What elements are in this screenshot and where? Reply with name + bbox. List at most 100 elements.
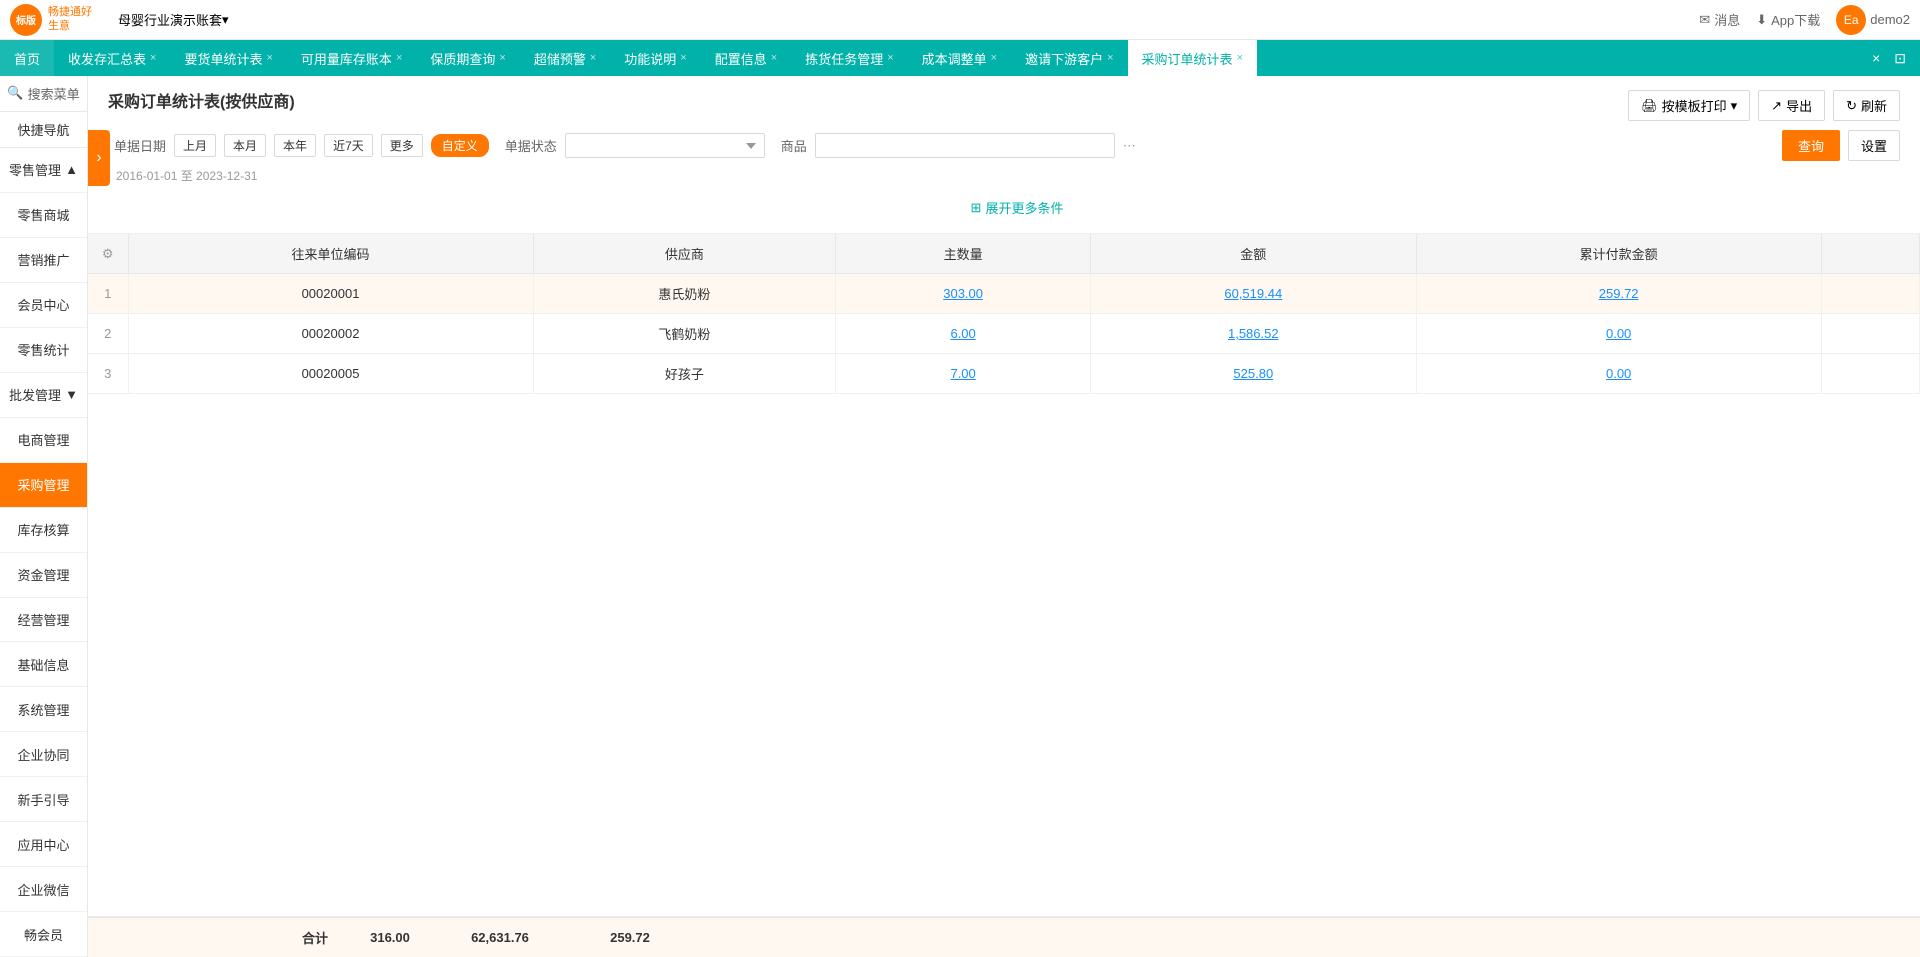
expand-more-button[interactable]: ⊞ 展开更多条件 xyxy=(971,194,1064,221)
goods-more-icon[interactable]: ⋯ xyxy=(1123,138,1136,154)
cell-extra-2 xyxy=(1821,354,1919,394)
sidebar-item-dianshang[interactable]: 电商管理 xyxy=(0,418,87,463)
refresh-button[interactable]: ↻ 刷新 xyxy=(1833,90,1900,121)
sidebar-shortcut-label: 快捷导航 xyxy=(17,120,69,139)
date-btn-last-month[interactable]: 上月 xyxy=(174,134,216,157)
tab-chaochu-label: 超储预警 xyxy=(534,49,586,68)
tab-yaohuo-label: 要货单统计表 xyxy=(184,49,262,68)
cell-paid-1[interactable]: 0.00 xyxy=(1416,314,1821,354)
tab-gongneng[interactable]: 功能说明 × xyxy=(610,40,700,76)
tab-caigou-active[interactable]: 采购订单统计表 × xyxy=(1128,40,1257,76)
tab-jianhuo-close[interactable]: × xyxy=(887,52,893,64)
sidebar-item-qiye[interactable]: 企业协同 xyxy=(0,732,87,777)
tab-caigou-close[interactable]: × xyxy=(1237,52,1243,64)
sidebar-item-pifahg[interactable]: 批发管理 ▼ xyxy=(0,373,87,418)
sidebar-item-jingying-label: 经营管理 xyxy=(17,610,69,629)
date-btn-more[interactable]: 更多 xyxy=(381,134,423,157)
sidebar-item-lingshoutj-label: 零售统计 xyxy=(17,340,69,359)
date-btn-this-year[interactable]: 本年 xyxy=(274,134,316,157)
filter-expand-side-btn[interactable]: › xyxy=(88,130,110,186)
filter-area: › 单据日期 上月 本月 本年 近7天 更多 自定义 xyxy=(88,122,1920,234)
tab-yaohuo-close[interactable]: × xyxy=(266,52,272,64)
sidebar-item-qiyewx[interactable]: 企业微信 xyxy=(0,867,87,912)
cell-quantity-0[interactable]: 303.00 xyxy=(836,274,1091,314)
tab-gongneng-close[interactable]: × xyxy=(680,52,686,64)
tab-yaohuo[interactable]: 要货单统计表 × xyxy=(170,40,286,76)
cell-quantity-2[interactable]: 7.00 xyxy=(836,354,1091,394)
workspace-selector[interactable]: 母婴行业演示账套 ▾ xyxy=(98,10,1699,29)
sidebar-item-huiyuan[interactable]: 会员中心 xyxy=(0,283,87,328)
print-button[interactable]: 🖨 按模板打印 ▾ xyxy=(1628,90,1750,121)
date-btn-custom[interactable]: 自定义 xyxy=(431,134,489,157)
export-button[interactable]: ↗ 导出 xyxy=(1758,90,1825,121)
tab-shoufacun-close[interactable]: × xyxy=(150,52,156,64)
avatar-initials: Ea xyxy=(1844,13,1859,27)
cell-amount-0[interactable]: 60,519.44 xyxy=(1090,274,1416,314)
col-settings-header: ⚙ xyxy=(88,234,128,274)
sidebar-item-lingshoucheng[interactable]: 零售商城 xyxy=(0,193,87,238)
col-settings-icon[interactable]: ⚙ xyxy=(102,246,114,261)
download-icon: ⬇ xyxy=(1756,12,1767,28)
sidebar-item-zijin[interactable]: 资金管理 xyxy=(0,553,87,598)
sidebar-item-kucun[interactable]: 库存核算 xyxy=(0,508,87,553)
tab-jianhuo[interactable]: 拣货任务管理 × xyxy=(791,40,907,76)
goods-input[interactable] xyxy=(815,133,1115,158)
user-profile[interactable]: Ea demo2 xyxy=(1836,5,1910,35)
page-top-actions: 🖨 按模板打印 ▾ ↗ 导出 ↻ 刷新 xyxy=(1628,90,1900,121)
message-button[interactable]: ✉ 消息 xyxy=(1699,10,1740,29)
tab-chengben[interactable]: 成本调整单 × xyxy=(908,40,1011,76)
sidebar-item-changhui[interactable]: 畅会员 xyxy=(0,912,87,957)
tab-chaochu-close[interactable]: × xyxy=(590,52,596,64)
tab-home[interactable]: 首页 xyxy=(0,40,54,76)
query-button[interactable]: 查询 xyxy=(1782,130,1840,161)
cell-amount-1[interactable]: 1,586.52 xyxy=(1090,314,1416,354)
message-label: 消息 xyxy=(1714,10,1740,29)
sidebar-item-jichu[interactable]: 基础信息 xyxy=(0,642,87,687)
message-icon: ✉ xyxy=(1699,12,1710,28)
sidebar-search[interactable]: 🔍 搜索菜单 xyxy=(0,76,87,112)
export-label: 导出 xyxy=(1786,96,1812,115)
tab-chaochu[interactable]: 超储预警 × xyxy=(520,40,610,76)
tab-baozhi-close[interactable]: × xyxy=(499,52,505,64)
tab-peizhi-close[interactable]: × xyxy=(771,52,777,64)
tab-peizhi[interactable]: 配置信息 × xyxy=(701,40,791,76)
app-download-button[interactable]: ⬇ App下载 xyxy=(1756,10,1820,29)
app-download-label: App下载 xyxy=(1771,10,1820,29)
cell-amount-2[interactable]: 525.80 xyxy=(1090,354,1416,394)
col-extra-header xyxy=(1821,234,1919,274)
cell-quantity-1[interactable]: 6.00 xyxy=(836,314,1091,354)
tab-chengben-close[interactable]: × xyxy=(991,52,997,64)
nav-close-btn[interactable]: × xyxy=(1866,50,1886,66)
sidebar-item-lingshoutj[interactable]: 零售统计 xyxy=(0,328,87,373)
content-area: 采购订单统计表(按供应商) 🖨 按模板打印 ▾ ↗ 导出 ↻ 刷新 xyxy=(88,76,1920,957)
sidebar-item-jingying[interactable]: 经营管理 xyxy=(0,598,87,643)
query-label: 查询 xyxy=(1798,139,1824,154)
sidebar-item-yingyong[interactable]: 应用中心 xyxy=(0,822,87,867)
date-btn-7days[interactable]: 近7天 xyxy=(324,134,373,157)
sidebar-item-caigou[interactable]: 采购管理 xyxy=(0,463,87,508)
tab-keyong[interactable]: 可用量库存账本 × xyxy=(287,40,416,76)
status-select[interactable] xyxy=(565,133,765,158)
tab-baozhi[interactable]: 保质期查询 × xyxy=(416,40,519,76)
sidebar-shortcut[interactable]: 快捷导航 xyxy=(0,112,87,148)
tab-yaoqing-close[interactable]: × xyxy=(1107,52,1113,64)
tab-yaoqing[interactable]: 邀请下游客户 × xyxy=(1011,40,1127,76)
sidebar-item-yingxiao[interactable]: 营销推广 xyxy=(0,238,87,283)
side-chevron-icon: › xyxy=(96,149,101,167)
cell-supplier-0: 惠氏奶粉 xyxy=(533,274,836,314)
sidebar-item-lingshougly[interactable]: 零售管理 ▲ xyxy=(0,148,87,193)
tab-gongneng-label: 功能说明 xyxy=(624,49,676,68)
page-top: 采购订单统计表(按供应商) 🖨 按模板打印 ▾ ↗ 导出 ↻ 刷新 xyxy=(88,76,1920,122)
goods-label: 商品 xyxy=(781,136,807,155)
sidebar-item-xitong[interactable]: 系统管理 xyxy=(0,687,87,732)
tab-shoufacun[interactable]: 收发存汇总表 × xyxy=(54,40,170,76)
logo-icon: 标版 xyxy=(10,4,42,36)
tab-keyong-close[interactable]: × xyxy=(396,52,402,64)
settings-button[interactable]: 设置 xyxy=(1848,130,1900,161)
cell-paid-0[interactable]: 259.72 xyxy=(1416,274,1821,314)
date-btn-this-month[interactable]: 本月 xyxy=(224,134,266,157)
filter-row-1: 单据日期 上月 本月 本年 近7天 更多 自定义 单据状态 xyxy=(114,130,1920,161)
cell-paid-2[interactable]: 0.00 xyxy=(1416,354,1821,394)
nav-maximize-btn[interactable]: ⊡ xyxy=(1888,50,1912,67)
sidebar-item-xinshou[interactable]: 新手引导 xyxy=(0,777,87,822)
